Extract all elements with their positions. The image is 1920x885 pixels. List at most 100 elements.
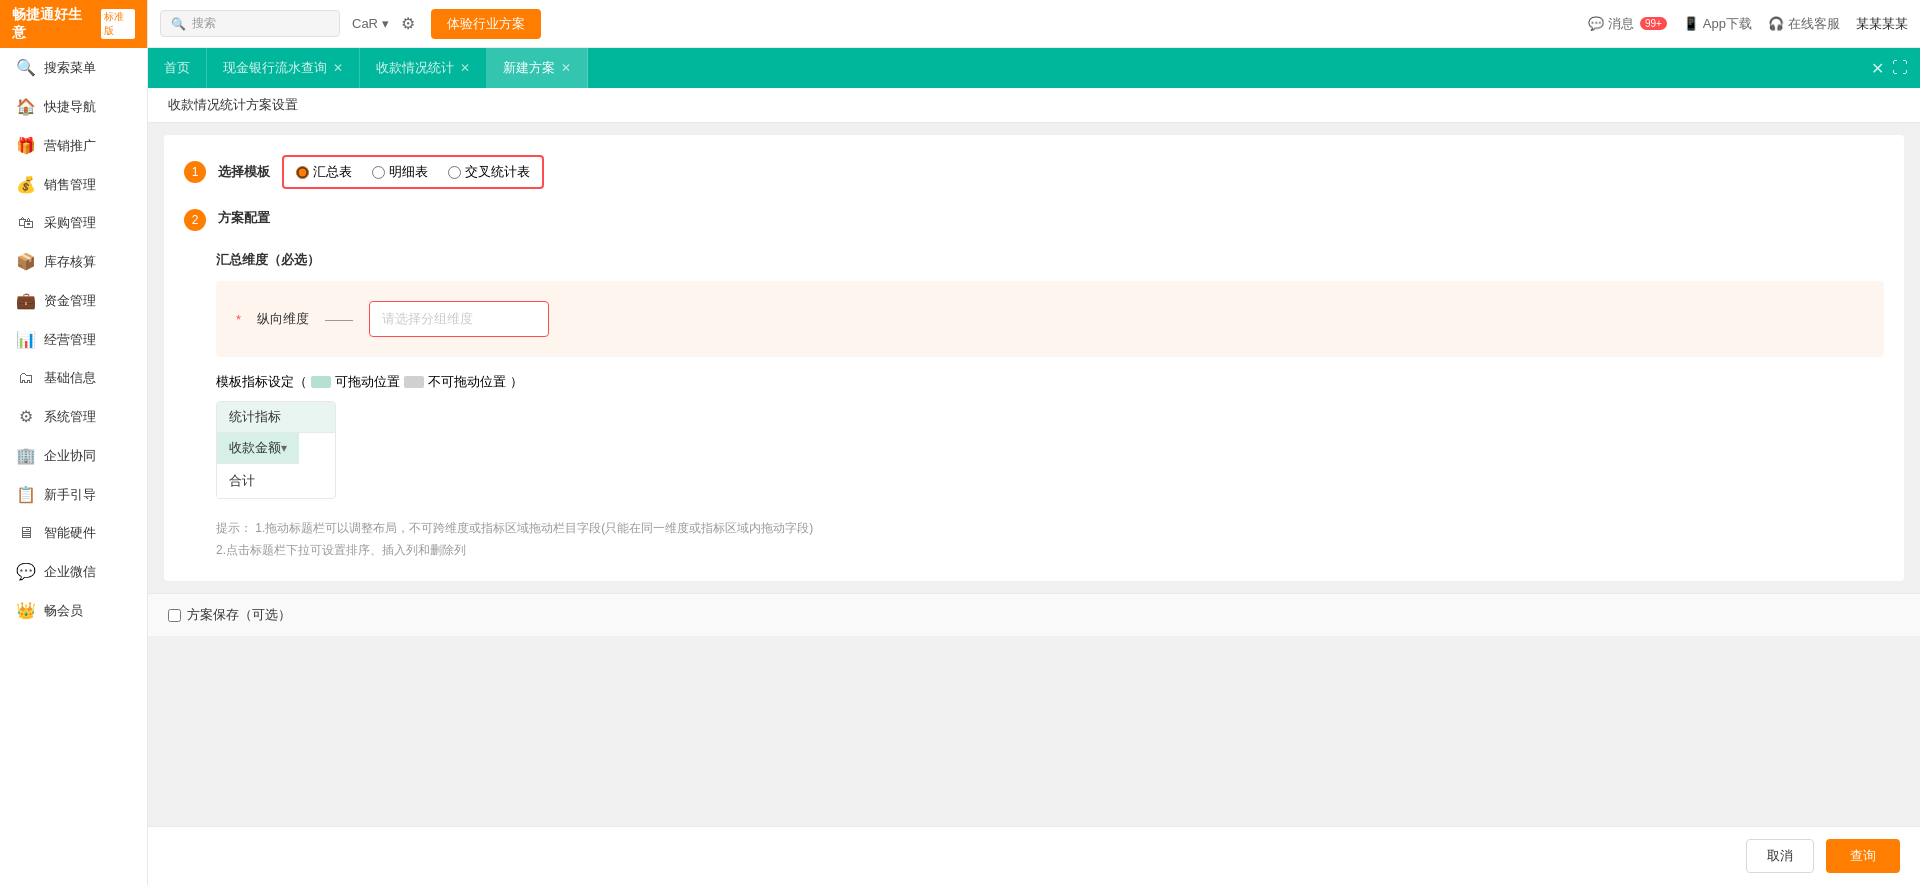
tab-home-label: 首页 <box>164 59 190 77</box>
sidebar-item-operations[interactable]: 📊 经营管理 <box>0 320 147 359</box>
sidebar-item-search-menu[interactable]: 🔍 搜索菜单 <box>0 48 147 87</box>
step2-number: 2 <box>192 213 199 227</box>
metrics-section: 模板指标设定（ 可拖动位置 不可拖动位置 ） 统计指标 <box>216 373 1884 502</box>
tab-new-plan-label: 新建方案 <box>503 59 555 77</box>
sidebar-item-label: 企业协同 <box>44 447 96 465</box>
tab-home[interactable]: 首页 <box>148 48 207 88</box>
gear-settings-icon[interactable]: ⚙ <box>401 14 415 33</box>
radio-summary[interactable]: 汇总表 <box>296 163 352 181</box>
save-plan-label: 方案保存（可选） <box>187 606 291 624</box>
sidebar-item-enterprise[interactable]: 🏢 企业协同 <box>0 436 147 475</box>
chevron-down-icon: ▾ <box>382 16 389 31</box>
sidebar-item-wechat[interactable]: 💬 企业微信 <box>0 552 147 591</box>
industry-btn[interactable]: 体验行业方案 <box>431 9 541 39</box>
topbar-right: 💬 消息 99+ 📱 App下载 🎧 在线客服 某某某某 <box>1588 15 1908 33</box>
sidebar-item-finance[interactable]: 💼 资金管理 <box>0 281 147 320</box>
form-section: 1 选择模板 汇总表 明细表 交叉统计表 <box>164 135 1904 581</box>
radio-detail-input[interactable] <box>372 166 385 179</box>
message-btn[interactable]: 💬 消息 99+ <box>1588 15 1667 33</box>
gear-icon: ⚙ <box>16 407 36 426</box>
tab-payment-stats[interactable]: 收款情况统计 ✕ <box>360 48 487 88</box>
dimension-area: * 纵向维度 —— 请选择分组维度 <box>216 281 1884 357</box>
username: 某某某某 <box>1856 15 1908 33</box>
save-plan-checkbox[interactable] <box>168 609 181 622</box>
sidebar-item-basic-info[interactable]: 🗂 基础信息 <box>0 359 147 397</box>
sidebar-item-marketing[interactable]: 🎁 营销推广 <box>0 126 147 165</box>
dimension-section-title: 汇总维度（必选） <box>216 251 1884 269</box>
radio-summary-input[interactable] <box>296 166 309 179</box>
required-mark: * <box>236 312 241 327</box>
search-icon: 🔍 <box>171 17 186 31</box>
column-row-total: 合计 <box>217 464 299 498</box>
page-title: 收款情况统计方案设置 <box>168 97 298 112</box>
fixed-legend-dot <box>404 376 424 388</box>
tabbar-expand-btn[interactable]: ⛶ <box>1892 59 1908 77</box>
topbar-search-box[interactable]: 🔍 搜索 <box>160 10 340 37</box>
tip-2: 2.点击标题栏下拉可设置排序、插入列和删除列 <box>216 540 1884 562</box>
tab-payment-stats-close[interactable]: ✕ <box>460 62 470 74</box>
radio-cross[interactable]: 交叉统计表 <box>448 163 530 181</box>
sidebar-item-inventory[interactable]: 📦 库存核算 <box>0 242 147 281</box>
tab-bank-flow-close[interactable]: ✕ <box>333 62 343 74</box>
draggable-legend-dot <box>311 376 331 388</box>
sidebar-item-member[interactable]: 👑 畅会员 <box>0 591 147 630</box>
chart-icon: 📊 <box>16 330 36 349</box>
tab-new-plan-close[interactable]: ✕ <box>561 62 571 74</box>
radio-cross-input[interactable] <box>448 166 461 179</box>
message-badge: 99+ <box>1640 17 1667 30</box>
sidebar-item-guide[interactable]: 📋 新手引导 <box>0 475 147 514</box>
column-header-payment[interactable]: 收款金额 ▾ <box>217 433 299 464</box>
download-btn[interactable]: 📱 App下载 <box>1683 15 1752 33</box>
sidebar-item-quick-nav[interactable]: 🏠 快捷导航 <box>0 87 147 126</box>
tab-new-plan[interactable]: 新建方案 ✕ <box>487 48 588 88</box>
fixed-label: 不可拖动位置 <box>428 373 506 391</box>
search-placeholder-text: 搜索 <box>192 15 216 32</box>
sidebar-item-sales[interactable]: 💰 销售管理 <box>0 165 147 204</box>
draggable-label: 可拖动位置 <box>335 373 400 391</box>
sidebar-item-purchase[interactable]: 🛍 采购管理 <box>0 204 147 242</box>
bag-icon: 🛍 <box>16 214 36 232</box>
sidebar-item-hardware[interactable]: 🖥 智能硬件 <box>0 514 147 552</box>
step1-badge: 1 <box>184 161 206 183</box>
arrow-right: —— <box>325 311 353 327</box>
message-label: 消息 <box>1608 15 1634 33</box>
service-btn[interactable]: 🎧 在线客服 <box>1768 15 1840 33</box>
select-placeholder: 请选择分组维度 <box>382 311 473 326</box>
main-content: 🔍 搜索 CaR ▾ ⚙ 体验行业方案 💬 消息 99+ 📱 App下载 🎧 在… <box>148 0 1920 885</box>
sidebar-item-label: 快捷导航 <box>44 98 96 116</box>
query-button[interactable]: 查询 <box>1826 839 1900 873</box>
metrics-title: 模板指标设定（ <box>216 373 307 391</box>
step1-row: 1 选择模板 汇总表 明细表 交叉统计表 <box>184 155 1884 189</box>
search-menu-icon: 🔍 <box>16 58 36 77</box>
topbar-dropdown[interactable]: CaR ▾ <box>352 16 389 31</box>
download-icon: 📱 <box>1683 16 1699 31</box>
tab-payment-stats-label: 收款情况统计 <box>376 59 454 77</box>
sidebar-item-label: 系统管理 <box>44 408 96 426</box>
step1-label: 选择模板 <box>218 163 270 181</box>
sidebar-item-label: 畅会员 <box>44 602 83 620</box>
sidebar-item-label: 新手引导 <box>44 486 96 504</box>
save-plan-row: 方案保存（可选） <box>168 606 291 624</box>
cancel-button[interactable]: 取消 <box>1746 839 1814 873</box>
radio-detail-label: 明细表 <box>389 163 428 181</box>
group-dimension-select[interactable]: 请选择分组维度 <box>369 301 549 337</box>
dimension-row: * 纵向维度 —— 请选择分组维度 <box>236 301 1864 337</box>
monitor-icon: 🖥 <box>16 524 36 542</box>
sidebar: 畅捷通好生意 标准版 🔍 搜索菜单 🏠 快捷导航 🎁 营销推广 💰 销售管理 🛍… <box>0 0 148 885</box>
sidebar-item-system[interactable]: ⚙ 系统管理 <box>0 397 147 436</box>
tabbar: 首页 现金银行流水查询 ✕ 收款情况统计 ✕ 新建方案 ✕ ✕ ⛶ <box>148 48 1920 88</box>
money-icon: 💰 <box>16 175 36 194</box>
vertical-label: 纵向维度 <box>257 310 309 328</box>
home-icon: 🏠 <box>16 97 36 116</box>
download-label: App下载 <box>1703 15 1752 33</box>
tab-bank-flow-label: 现金银行流水查询 <box>223 59 327 77</box>
column-dropdown-icon[interactable]: ▾ <box>281 441 287 455</box>
tabbar-close-btn[interactable]: ✕ <box>1871 59 1884 78</box>
headset-icon: 🎧 <box>1768 16 1784 31</box>
radio-detail[interactable]: 明细表 <box>372 163 428 181</box>
step2-row: 2 方案配置 <box>184 209 1884 231</box>
radio-cross-label: 交叉统计表 <box>465 163 530 181</box>
metrics-legend-row: 模板指标设定（ 可拖动位置 不可拖动位置 ） <box>216 373 1884 391</box>
metrics-header[interactable]: 统计指标 <box>217 402 335 433</box>
tab-bank-flow[interactable]: 现金银行流水查询 ✕ <box>207 48 360 88</box>
